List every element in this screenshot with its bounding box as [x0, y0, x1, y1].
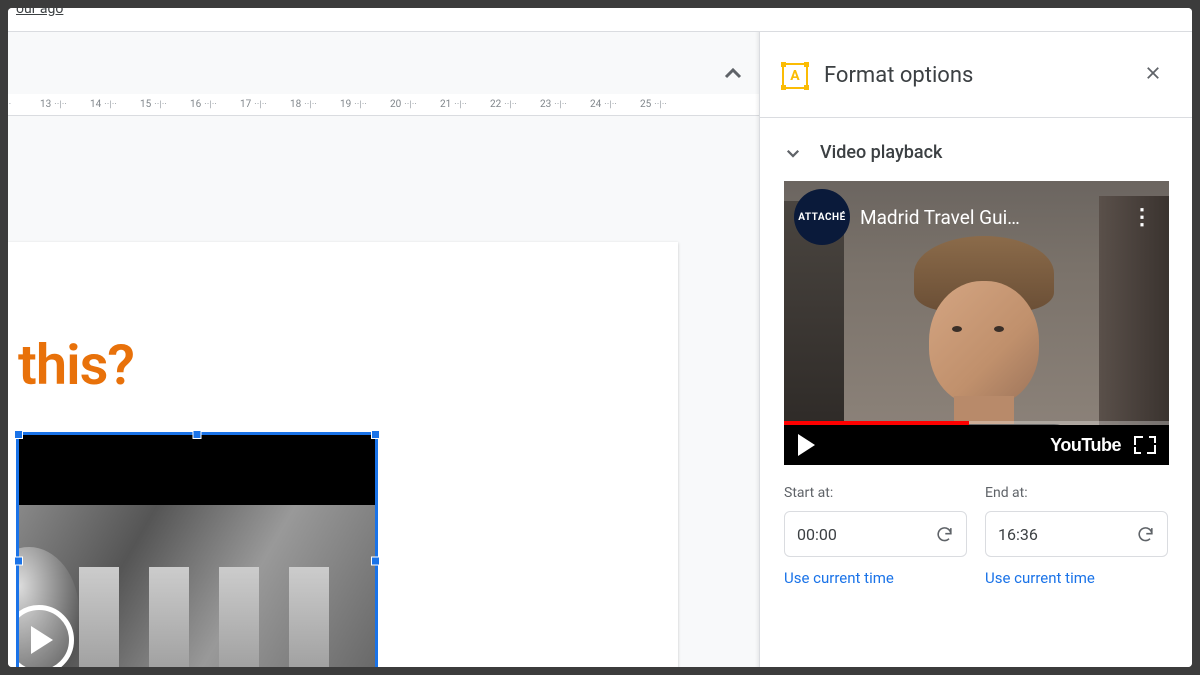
video-playback-section: Video playback ATTACHÉ Mad	[760, 118, 1192, 587]
app-window: our ago 2· · | · ·13· · | · ·14· · | · ·…	[8, 8, 1192, 667]
use-current-time-end[interactable]: Use current time	[985, 569, 1168, 587]
more-options-icon[interactable]: ⋮	[1125, 205, 1159, 230]
format-options-icon: A	[782, 63, 808, 89]
topbar-fragment: our ago	[8, 8, 1192, 32]
resize-handle[interactable]	[371, 430, 380, 439]
channel-logo[interactable]: ATTACHÉ	[794, 189, 850, 245]
slide-title-fragment: this?	[18, 332, 134, 398]
refresh-start-icon[interactable]	[935, 525, 954, 544]
start-value: 00:00	[797, 525, 837, 544]
video-title[interactable]: Madrid Travel Gui…	[860, 206, 1115, 229]
fullscreen-icon[interactable]	[1135, 437, 1155, 453]
video-controls: YouTube	[784, 425, 1169, 465]
resize-handle[interactable]	[14, 557, 23, 566]
section-title: Video playback	[820, 142, 942, 163]
end-time-column: End at: 16:36 Use current time	[985, 485, 1168, 587]
canvas-area[interactable]: 2· · | · ·13· · | · ·14· · | · ·15· · | …	[8, 32, 759, 667]
video-title-bar: ATTACHÉ Madrid Travel Gui… ⋮	[794, 189, 1159, 245]
play-button-icon[interactable]	[798, 434, 815, 456]
refresh-end-icon[interactable]	[1136, 525, 1155, 544]
time-controls: Start at: 00:00 Use current time End at:	[784, 485, 1168, 587]
resize-handle[interactable]	[193, 430, 202, 439]
video-thumbnail	[19, 435, 375, 667]
start-label: Start at:	[784, 485, 967, 501]
collapse-chevron-icon[interactable]	[721, 62, 745, 91]
close-sidebar-button[interactable]	[1138, 58, 1168, 93]
video-preview[interactable]: ATTACHÉ Madrid Travel Gui… ⋮ YouTube	[784, 181, 1169, 465]
start-time-input[interactable]: 00:00	[784, 511, 967, 557]
format-options-sidebar: A Format options Video playback	[759, 32, 1192, 667]
end-label: End at:	[985, 485, 1168, 501]
horizontal-ruler[interactable]: 2· · | · ·13· · | · ·14· · | · ·15· · | …	[8, 94, 759, 116]
chevron-down-icon	[784, 144, 802, 162]
resize-handle[interactable]	[14, 430, 23, 439]
main-area: 2· · | · ·13· · | · ·14· · | · ·15· · | …	[8, 32, 1192, 667]
sidebar-title: Format options	[824, 63, 1122, 88]
youtube-logo[interactable]: YouTube	[1050, 435, 1121, 456]
use-current-time-start[interactable]: Use current time	[784, 569, 967, 587]
end-time-input[interactable]: 16:36	[985, 511, 1168, 557]
sidebar-header: A Format options	[760, 32, 1192, 118]
selected-video-object[interactable]	[16, 432, 378, 667]
last-edit-fragment[interactable]: our ago	[16, 8, 63, 16]
resize-handle[interactable]	[371, 557, 380, 566]
start-time-column: Start at: 00:00 Use current time	[784, 485, 967, 587]
end-value: 16:36	[998, 525, 1038, 544]
section-toggle[interactable]: Video playback	[784, 136, 1168, 181]
